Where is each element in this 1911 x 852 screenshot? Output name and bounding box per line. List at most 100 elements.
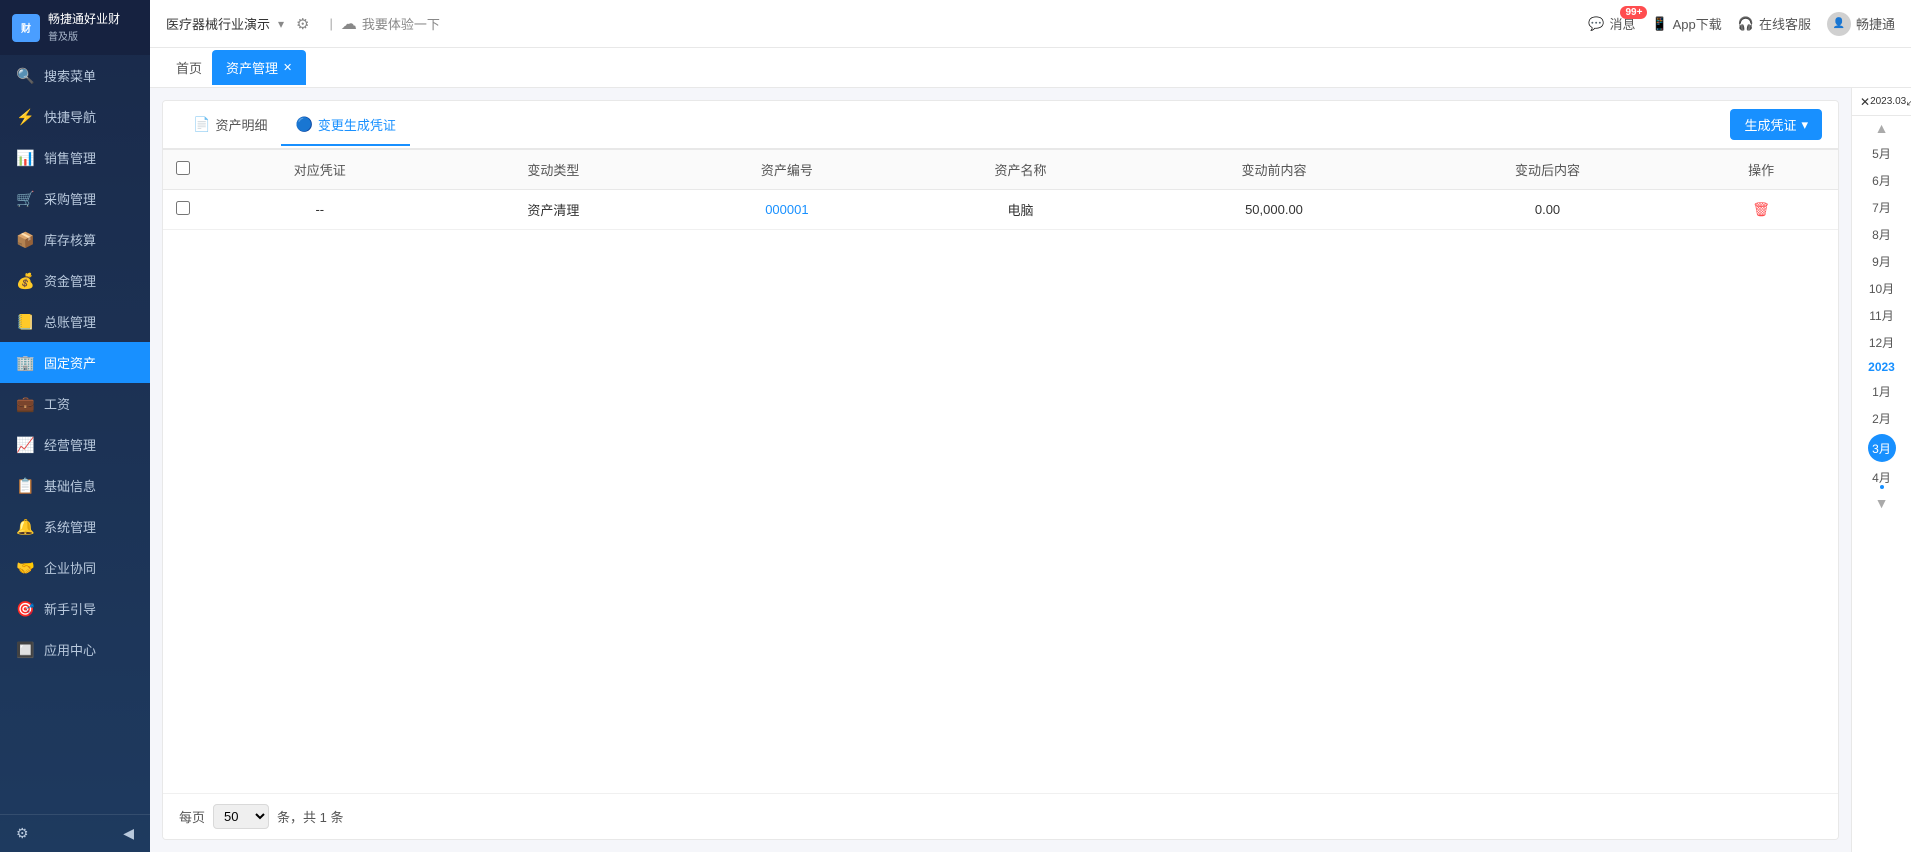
- calendar-month[interactable]: 2月: [1852, 405, 1911, 432]
- calendar-month[interactable]: 4月: [1852, 464, 1911, 491]
- company-dropdown-icon[interactable]: ▾: [278, 17, 284, 31]
- calendar-month[interactable]: 11月: [1852, 302, 1911, 329]
- generate-voucher-button[interactable]: 生成凭证 ▾: [1730, 109, 1822, 140]
- topbar-left: 医疗器械行业演示 ▾ ⚙ | ☁ 我要体验一下: [166, 14, 440, 34]
- sidebar-item-ledger[interactable]: 📒 总账管理: [0, 301, 150, 342]
- headset-icon: 🎧: [1738, 16, 1754, 32]
- settings-gear-icon[interactable]: ⚙: [296, 15, 309, 33]
- tab-asset-detail[interactable]: 📄 资产明细: [179, 105, 281, 146]
- calendar-month[interactable]: 12月: [1852, 329, 1911, 356]
- th-after-content: 变动后内容: [1411, 150, 1685, 190]
- page-card: 📄 资产明细 🔵 变更生成凭证 生成凭证 ▾: [162, 100, 1839, 840]
- tab-asset-management[interactable]: 资产管理 ✕: [212, 50, 306, 85]
- th-asset-code: 资产编号: [670, 150, 904, 190]
- sidebar-item-fixed-assets[interactable]: 🏢 固定资产: [0, 342, 150, 383]
- per-page-label: 每页: [179, 807, 205, 826]
- th-action: 操作: [1684, 150, 1838, 190]
- right-panel-close-icon[interactable]: ✕: [1860, 95, 1870, 109]
- sidebar: 财 畅捷通好业财 普及版 🔍搜索菜单 ⚡ 快捷导航 📊销售管理 🛒 采购管理 📦 库存核算 💰资…: [0, 0, 150, 852]
- calendar-month[interactable]: 1月: [1852, 378, 1911, 405]
- sidebar-item-app-center[interactable]: 🔲应用中心: [0, 629, 150, 670]
- calendar-nav-down[interactable]: ▼: [1852, 491, 1911, 515]
- calendar-month[interactable]: 9月: [1852, 248, 1911, 275]
- sales-icon: 📊: [16, 149, 34, 167]
- sidebar-item-search[interactable]: 🔍搜索菜单: [0, 55, 150, 96]
- sidebar-item-inventory[interactable]: 📦 库存核算: [0, 219, 150, 260]
- calendar-scroll: ▲ 5月6月7月8月9月10月11月12月 2023 1月2月3月4月 ▼: [1852, 116, 1911, 852]
- sidebar-item-system[interactable]: 🔔系统管理: [0, 506, 150, 547]
- calendar-month[interactable]: 3月: [1868, 434, 1896, 462]
- sidebar-item-payroll[interactable]: 💼 工资: [0, 383, 150, 424]
- basic-info-icon: 📋: [16, 477, 34, 495]
- calendar-nav-up[interactable]: ▲: [1852, 116, 1911, 140]
- calendar-month[interactable]: 10月: [1852, 275, 1911, 302]
- td-change-type: 资产清理: [437, 190, 671, 230]
- username: 畅捷通: [1856, 14, 1895, 33]
- customer-service-button[interactable]: 🎧 在线客服: [1738, 14, 1811, 33]
- sidebar-item-label: 工资: [44, 394, 70, 413]
- ledger-icon: 📒: [16, 313, 34, 331]
- main-area: 医疗器械行业演示 ▾ ⚙ | ☁ 我要体验一下 💬 消息 99+ 📱 App下载…: [150, 0, 1911, 852]
- row-checkbox-0[interactable]: [176, 201, 190, 215]
- app-download-button[interactable]: 📱 App下载: [1651, 14, 1721, 33]
- tab-close-icon[interactable]: ✕: [283, 61, 292, 74]
- select-all-checkbox[interactable]: [176, 161, 190, 175]
- user-menu[interactable]: 👤 畅捷通: [1827, 12, 1895, 36]
- sidebar-item-collab[interactable]: 🤝企业协同: [0, 547, 150, 588]
- sidebar-item-label: 快捷导航: [44, 107, 96, 126]
- tab-change-voucher[interactable]: 🔵 变更生成凭证: [281, 105, 409, 146]
- sidebar-item-label: 基础信息: [44, 476, 96, 495]
- per-page-select[interactable]: 50 10 20 100: [213, 804, 269, 829]
- th-asset-name: 资产名称: [904, 150, 1138, 190]
- th-checkbox: [163, 150, 203, 190]
- calendar-month[interactable]: 5月: [1852, 140, 1911, 167]
- fixed-assets-icon: 🏢: [16, 354, 34, 372]
- right-panel-expand-icon[interactable]: ⤢: [1906, 94, 1911, 109]
- experience-button[interactable]: ☁ 我要体验一下: [341, 14, 440, 34]
- sidebar-item-finance[interactable]: 💰资金管理: [0, 260, 150, 301]
- table-row: -- 资产清理 000001 电脑 50,000.00 0.00 🗑: [163, 190, 1838, 230]
- collapse-button[interactable]: ◀: [123, 825, 134, 842]
- sidebar-item-label: 固定资产: [44, 353, 96, 372]
- settings-icon[interactable]: ⚙: [16, 825, 29, 842]
- right-panel-date: 2023.03: [1870, 96, 1906, 107]
- th-voucher: 对应凭证: [203, 150, 437, 190]
- quick-nav-icon: ⚡: [16, 108, 34, 126]
- sidebar-item-quick-nav[interactable]: ⚡ 快捷导航: [0, 96, 150, 137]
- message-badge: 99+: [1620, 6, 1647, 19]
- app-center-icon: 🔲: [16, 641, 34, 659]
- delete-icon-0[interactable]: 🗑: [1752, 201, 1770, 217]
- th-before-content: 变动前内容: [1137, 150, 1411, 190]
- td-before-content: 50,000.00: [1137, 190, 1411, 230]
- finance-icon: 💰: [16, 272, 34, 290]
- content-area: 📄 资产明细 🔵 变更生成凭证 生成凭证 ▾: [150, 88, 1851, 852]
- calendar-month[interactable]: 8月: [1852, 221, 1911, 248]
- company-title[interactable]: 医疗器械行业演示: [166, 14, 270, 33]
- logo-sub: 普及版: [48, 28, 120, 43]
- td-after-content: 0.00: [1411, 190, 1685, 230]
- sidebar-item-label: 库存核算: [44, 230, 96, 249]
- logo-icon: 财: [12, 14, 40, 42]
- system-icon: 🔔: [16, 518, 34, 536]
- purchase-icon: 🛒: [16, 190, 34, 208]
- topbar-right: 💬 消息 99+ 📱 App下载 🎧 在线客服 👤 畅捷通: [1588, 12, 1895, 36]
- sidebar-item-purchase[interactable]: 🛒 采购管理: [0, 178, 150, 219]
- sidebar-item-guide[interactable]: 🎯新手引导: [0, 588, 150, 629]
- payroll-icon: 💼: [16, 395, 34, 413]
- message-icon: 💬: [1588, 16, 1604, 32]
- calendar-month[interactable]: 7月: [1852, 194, 1911, 221]
- messages-button[interactable]: 💬 消息 99+: [1588, 14, 1635, 33]
- table-container: 对应凭证 变动类型 资产编号 资产名称: [163, 149, 1838, 793]
- sidebar-logo: 财 畅捷通好业财 普及版: [0, 0, 150, 55]
- tab-home[interactable]: 首页: [166, 50, 212, 85]
- sidebar-item-sales[interactable]: 📊销售管理: [0, 137, 150, 178]
- calendar-month[interactable]: 6月: [1852, 167, 1911, 194]
- sidebar-item-operations[interactable]: 📈经营管理: [0, 424, 150, 465]
- sidebar-item-label: 采购管理: [44, 189, 96, 208]
- inventory-icon: 📦: [16, 231, 34, 249]
- td-asset-name: 电脑: [904, 190, 1138, 230]
- sidebar-item-label: 总账管理: [44, 312, 96, 331]
- sidebar-item-label: 企业协同: [44, 558, 96, 577]
- total-label: 条，共 1 条: [277, 807, 343, 826]
- sidebar-item-basic-info[interactable]: 📋 基础信息: [0, 465, 150, 506]
